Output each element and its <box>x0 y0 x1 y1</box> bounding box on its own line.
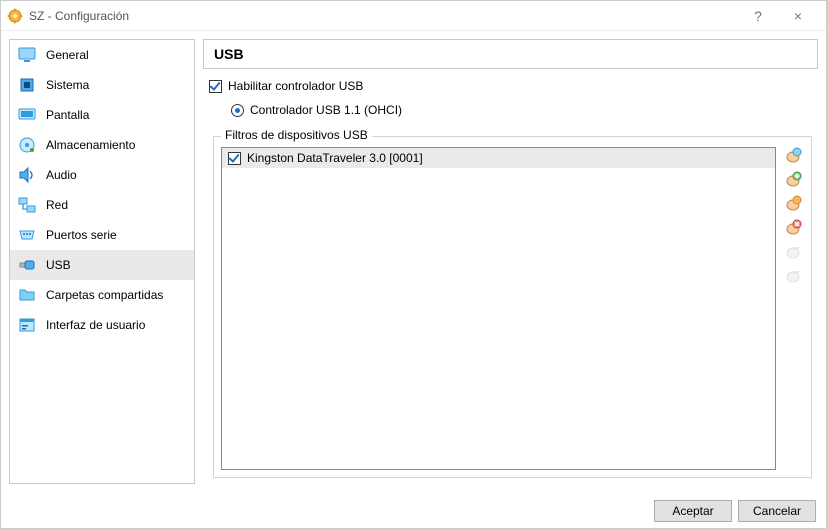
cancel-button[interactable]: Cancelar <box>738 500 816 522</box>
settings-main: USB Habilitar controlador USB Controlado… <box>203 39 818 484</box>
usb-up-icon <box>784 243 802 261</box>
sidebar-item-label: Puertos serie <box>46 228 117 242</box>
sidebar-item-label: Carpetas compartidas <box>46 288 163 302</box>
sidebar-item-carpetas[interactable]: Carpetas compartidas <box>10 280 194 310</box>
sidebar-item-label: Sistema <box>46 78 89 92</box>
network-icon <box>18 196 36 214</box>
sidebar-item-interfaz[interactable]: Interfaz de usuario <box>10 310 194 340</box>
usb-remove-icon[interactable] <box>784 219 802 237</box>
usb-filter-list[interactable]: Kingston DataTraveler 3.0 [0001] <box>221 147 776 470</box>
checkbox-icon <box>209 80 222 93</box>
usb-filter-item[interactable]: Kingston DataTraveler 3.0 [0001] <box>222 148 775 168</box>
sidebar-item-label: USB <box>46 258 71 272</box>
speaker-icon <box>18 166 36 184</box>
usb-down-icon <box>784 267 802 285</box>
display-icon <box>18 106 36 124</box>
folder-icon <box>18 286 36 304</box>
sidebar-item-label: Interfaz de usuario <box>46 318 145 332</box>
close-button[interactable]: × <box>778 2 818 30</box>
usb-controller-radio[interactable]: Controlador USB 1.1 (OHCI) <box>231 103 816 117</box>
checkbox-icon <box>228 152 241 165</box>
sidebar-item-label: Audio <box>46 168 77 182</box>
sidebar-item-label: General <box>46 48 89 62</box>
sidebar-item-audio[interactable]: Audio <box>10 160 194 190</box>
disk-icon <box>18 136 36 154</box>
usb-filters-group: Filtros de dispositivos USB Kingston Dat… <box>213 129 812 478</box>
app-icon <box>7 8 23 24</box>
sidebar-item-label: Almacenamiento <box>46 138 135 152</box>
dialog-footer: Aceptar Cancelar <box>1 492 826 528</box>
titlebar: SZ - Configuración ? × <box>1 1 826 31</box>
sidebar-item-red[interactable]: Red <box>10 190 194 220</box>
chip-icon <box>18 76 36 94</box>
sidebar-item-almacenamiento[interactable]: Almacenamiento <box>10 130 194 160</box>
radio-icon <box>231 104 244 117</box>
usb-icon <box>18 256 36 274</box>
section-title: USB <box>214 46 244 62</box>
usb-edit-icon[interactable] <box>784 195 802 213</box>
sidebar-item-usb[interactable]: USB <box>10 250 194 280</box>
settings-sidebar: General Sistema Pantalla Almacenamiento <box>9 39 195 484</box>
enable-usb-label: Habilitar controlador USB <box>228 79 363 93</box>
section-title-box: USB <box>203 39 818 69</box>
settings-window: SZ - Configuración ? × General Sistema <box>0 0 827 529</box>
sidebar-item-sistema[interactable]: Sistema <box>10 70 194 100</box>
monitor-icon <box>18 46 36 64</box>
window-title: SZ - Configuración <box>29 9 129 23</box>
usb-filter-actions <box>782 147 804 470</box>
sidebar-item-label: Pantalla <box>46 108 89 122</box>
usb-filter-label: Kingston DataTraveler 3.0 [0001] <box>247 151 423 165</box>
usb-add-empty-icon[interactable] <box>784 147 802 165</box>
sidebar-item-general[interactable]: General <box>10 40 194 70</box>
usb-filters-group-label: Filtros de dispositivos USB <box>221 128 372 142</box>
enable-usb-checkbox[interactable]: Habilitar controlador USB <box>209 79 816 93</box>
help-button[interactable]: ? <box>738 2 778 30</box>
serial-icon <box>18 226 36 244</box>
accept-button[interactable]: Aceptar <box>654 500 732 522</box>
usb-add-device-icon[interactable] <box>784 171 802 189</box>
sidebar-item-puertos-serie[interactable]: Puertos serie <box>10 220 194 250</box>
usb-controller-label: Controlador USB 1.1 (OHCI) <box>250 103 402 117</box>
ui-icon <box>18 316 36 334</box>
sidebar-item-pantalla[interactable]: Pantalla <box>10 100 194 130</box>
sidebar-item-label: Red <box>46 198 68 212</box>
